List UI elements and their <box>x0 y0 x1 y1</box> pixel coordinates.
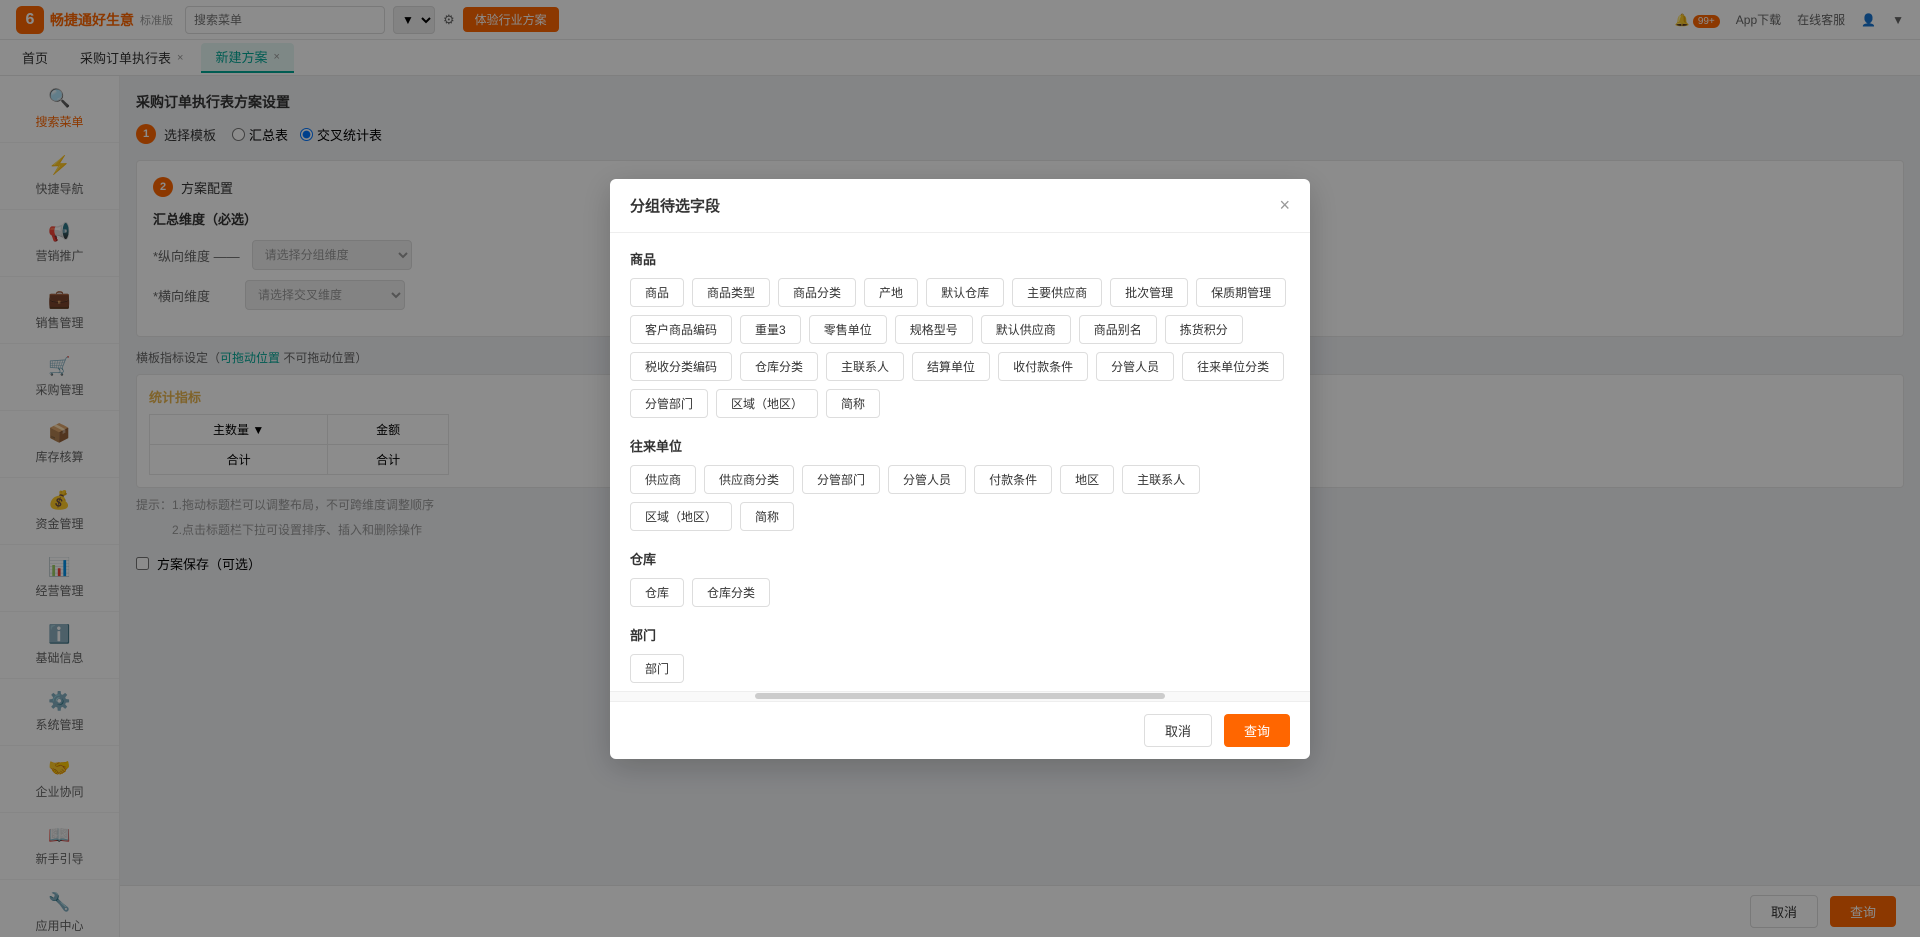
modal-dialog: 分组待选字段 × 商品 商品 商品类型 商品分类 产地 默认仓库 主要供应商 批… <box>610 179 1310 759</box>
modal-title: 分组待选字段 <box>630 195 720 216</box>
field-tag-main-contact[interactable]: 主联系人 <box>826 352 904 381</box>
field-group-warehouse-title: 仓库 <box>630 549 1290 568</box>
field-tag-origin[interactable]: 产地 <box>864 278 918 307</box>
modal-footer: 取消 查询 <box>610 701 1310 759</box>
modal-body: 商品 商品 商品类型 商品分类 产地 默认仓库 主要供应商 批次管理 保质期管理… <box>610 233 1310 691</box>
field-tag-warehouse-category[interactable]: 仓库分类 <box>740 352 818 381</box>
field-tag-goods-category[interactable]: 商品分类 <box>778 278 856 307</box>
field-tag-sup-contact[interactable]: 主联系人 <box>1122 465 1200 494</box>
field-group-department-title: 部门 <box>630 625 1290 644</box>
field-tags-counterpart: 供应商 供应商分类 分管部门 分管人员 付款条件 地区 主联系人 区域（地区） … <box>630 465 1290 531</box>
field-tag-sup-short[interactable]: 简称 <box>740 502 794 531</box>
field-group-counterpart: 往来单位 供应商 供应商分类 分管部门 分管人员 付款条件 地区 主联系人 区域… <box>630 436 1290 531</box>
field-tag-shelf-life[interactable]: 保质期管理 <box>1196 278 1286 307</box>
field-tag-counterpart-category[interactable]: 往来单位分类 <box>1182 352 1284 381</box>
modal-confirm-button[interactable]: 查询 <box>1224 714 1290 747</box>
field-tag-tax-code[interactable]: 税收分类编码 <box>630 352 732 381</box>
field-tag-goods-alias[interactable]: 商品别名 <box>1079 315 1157 344</box>
field-tag-payment-condition[interactable]: 付款条件 <box>974 465 1052 494</box>
field-tags-goods: 商品 商品类型 商品分类 产地 默认仓库 主要供应商 批次管理 保质期管理 客户… <box>630 278 1290 418</box>
field-tag-sup-supervisor[interactable]: 分管人员 <box>888 465 966 494</box>
field-tag-area[interactable]: 地区 <box>1060 465 1114 494</box>
field-group-goods: 商品 商品 商品类型 商品分类 产地 默认仓库 主要供应商 批次管理 保质期管理… <box>630 249 1290 418</box>
field-group-goods-title: 商品 <box>630 249 1290 268</box>
field-group-department: 部门 部门 <box>630 625 1290 683</box>
field-tags-department: 部门 <box>630 654 1290 683</box>
field-tag-sup-dept[interactable]: 分管部门 <box>802 465 880 494</box>
modal-header: 分组待选字段 × <box>610 179 1310 233</box>
field-tag-pick-points[interactable]: 拣货积分 <box>1165 315 1243 344</box>
field-tag-supplier[interactable]: 供应商 <box>630 465 696 494</box>
field-tag-default-warehouse[interactable]: 默认仓库 <box>926 278 1004 307</box>
scrollbar-thumb[interactable] <box>755 693 1165 699</box>
field-tag-dept[interactable]: 分管部门 <box>630 389 708 418</box>
modal-horizontal-scrollbar[interactable] <box>610 691 1310 701</box>
field-tag-default-supplier[interactable]: 默认供应商 <box>981 315 1071 344</box>
field-tag-department[interactable]: 部门 <box>630 654 684 683</box>
field-tag-customer-code[interactable]: 客户商品编码 <box>630 315 732 344</box>
field-tags-warehouse: 仓库 仓库分类 <box>630 578 1290 607</box>
field-tag-main-supplier[interactable]: 主要供应商 <box>1012 278 1102 307</box>
modal-close-button[interactable]: × <box>1279 196 1290 214</box>
field-tag-goods[interactable]: 商品 <box>630 278 684 307</box>
field-tag-payment-terms[interactable]: 收付款条件 <box>998 352 1088 381</box>
field-tag-short-name[interactable]: 简称 <box>826 389 880 418</box>
field-tag-goods-type[interactable]: 商品类型 <box>692 278 770 307</box>
field-tag-wh-category[interactable]: 仓库分类 <box>692 578 770 607</box>
field-tag-settlement-unit[interactable]: 结算单位 <box>912 352 990 381</box>
field-group-counterpart-title: 往来单位 <box>630 436 1290 455</box>
field-tag-weight3[interactable]: 重量3 <box>740 315 801 344</box>
field-tag-sup-region[interactable]: 区域（地区） <box>630 502 732 531</box>
field-tag-supervisor[interactable]: 分管人员 <box>1096 352 1174 381</box>
modal-cancel-button[interactable]: 取消 <box>1144 714 1212 747</box>
field-tag-region[interactable]: 区域（地区） <box>716 389 818 418</box>
field-tag-supplier-category[interactable]: 供应商分类 <box>704 465 794 494</box>
modal-overlay: 分组待选字段 × 商品 商品 商品类型 商品分类 产地 默认仓库 主要供应商 批… <box>0 0 1920 937</box>
field-group-warehouse: 仓库 仓库 仓库分类 <box>630 549 1290 607</box>
field-tag-warehouse[interactable]: 仓库 <box>630 578 684 607</box>
field-tag-spec-model[interactable]: 规格型号 <box>895 315 973 344</box>
field-tag-batch-mgmt[interactable]: 批次管理 <box>1110 278 1188 307</box>
field-tag-retail-unit[interactable]: 零售单位 <box>809 315 887 344</box>
